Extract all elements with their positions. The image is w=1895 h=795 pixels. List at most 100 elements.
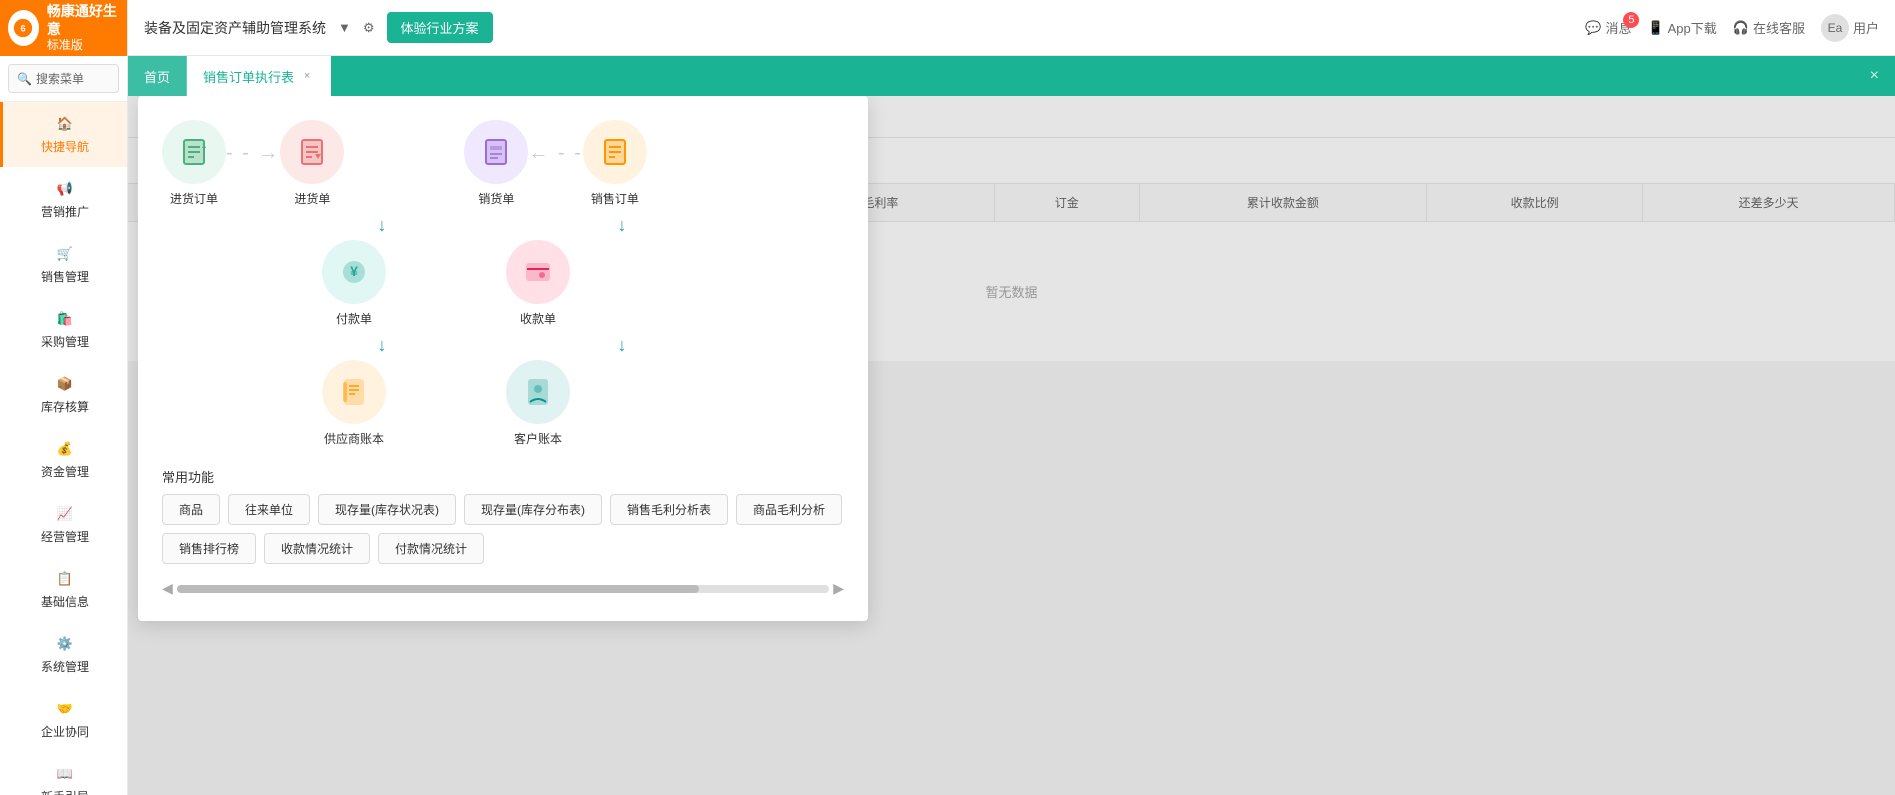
experience-button[interactable]: 体验行业方案 (387, 12, 493, 43)
flow-diagram: 进货订单 - - → 进货单 (162, 120, 844, 455)
tab-close-icon[interactable]: × (300, 69, 314, 83)
app-download-button[interactable]: 📱 App下载 (1647, 18, 1716, 37)
guide-icon: 📖 (55, 764, 75, 784)
message-badge: 5 (1623, 12, 1639, 28)
sidebar-search[interactable]: 🔍 搜索菜单 (0, 56, 127, 102)
sidebar-item-enterprise[interactable]: 🤝 企业协同 (0, 687, 127, 752)
app-title-dropdown[interactable]: ▼ (338, 20, 351, 35)
flow-node-purchase-order[interactable]: 进货订单 (162, 120, 226, 207)
purchase-order-label: 进货订单 (170, 190, 218, 207)
sidebar-item-marketing[interactable]: 📢 营销推广 (0, 167, 127, 232)
app-title: 装备及固定资产辅助管理系统 (144, 18, 326, 38)
inventory-icon: 📦 (55, 374, 75, 394)
func-buttons-row2: 销售排行榜 收款情况统计 付款情况统计 (162, 533, 844, 564)
sales-bill-label: 销货单 (478, 190, 514, 207)
payment-icon: ¥ (322, 240, 386, 304)
customer-ledger-icon (506, 360, 570, 424)
down-arrow-purchase: ↓ (322, 215, 442, 236)
tab-sales-order[interactable]: 销售订单执行表 × (187, 56, 331, 96)
sidebar-logo: 6 畅康通好生意 标准版 (0, 0, 127, 56)
settings-button[interactable]: ⚙ (363, 20, 375, 36)
marketing-icon: 📢 (55, 179, 75, 199)
base-info-icon: 📋 (55, 569, 75, 589)
svg-text:¥: ¥ (350, 263, 358, 279)
sales-bill-icon (464, 120, 528, 184)
search-menu-button[interactable]: 🔍 搜索菜单 (8, 64, 119, 93)
sidebar-item-system[interactable]: ⚙️ 系统管理 (0, 622, 127, 687)
customer-ledger-label: 客户账本 (514, 430, 562, 447)
sales-order-icon (583, 120, 647, 184)
scrollbar-track (177, 585, 829, 593)
flow-row-arrows-2: ↓ ↓ (162, 335, 844, 356)
func-btn-sales-ranking[interactable]: 销售排行榜 (162, 533, 256, 564)
sidebar-item-inventory[interactable]: 📦 库存核算 (0, 362, 127, 427)
receipt-icon (506, 240, 570, 304)
purchase-order-icon (162, 120, 226, 184)
operations-icon: 📈 (55, 504, 75, 524)
flow-node-receipt[interactable]: 收款单 (506, 240, 570, 327)
message-button[interactable]: 💬 消息 5 (1585, 18, 1631, 37)
flow-node-sales-bill[interactable]: 销货单 (464, 120, 528, 207)
svg-text:6: 6 (21, 24, 26, 34)
user-menu[interactable]: Ea 用户 (1821, 14, 1879, 42)
flow-node-purchase-bill[interactable]: 进货单 (280, 120, 344, 207)
gear-icon: ⚙ (363, 20, 375, 35)
func-btn-payment-stats[interactable]: 付款情况统计 (378, 533, 484, 564)
flow-node-sales-order[interactable]: 销售订单 (583, 120, 647, 207)
func-btn-stock-status[interactable]: 现存量(库存状况表) (318, 494, 456, 525)
flow-row-1: 进货订单 - - → 进货单 (162, 120, 844, 207)
sidebar-item-operations[interactable]: 📈 经营管理 (0, 492, 127, 557)
quick-nav-modal: 进货订单 - - → 进货单 (138, 96, 868, 621)
flow-row-arrows: ↓ ↓ (162, 215, 844, 236)
modal-overlay[interactable]: 进货订单 - - → 进货单 (128, 96, 1895, 795)
online-service-icon: 🎧 (1733, 20, 1749, 36)
purchase-bill-icon (280, 120, 344, 184)
func-btn-sales-profit[interactable]: 销售毛利分析表 (610, 494, 728, 525)
common-functions-title: 常用功能 (162, 467, 844, 486)
payment-label: 付款单 (336, 310, 372, 327)
common-functions: 常用功能 商品 往来单位 现存量(库存状况表) 现存量(库存分布表) 销售毛利分… (162, 467, 844, 564)
sales-icon: 🛒 (55, 244, 75, 264)
down-arrow-payment: ↓ (322, 335, 442, 356)
sidebar-item-purchase[interactable]: 🛍️ 采购管理 (0, 297, 127, 362)
scroll-right-icon[interactable]: ▶ (833, 580, 844, 597)
sidebar-item-base-info[interactable]: 📋 基础信息 (0, 557, 127, 622)
app-logo-icon: 6 (8, 10, 39, 46)
scrollbar-thumb[interactable] (177, 585, 699, 593)
tab-home[interactable]: 首页 (128, 56, 187, 96)
tabs-bar: 首页 销售订单执行表 × × (128, 56, 1895, 96)
sidebar-item-quick-nav[interactable]: 🏠 快捷导航 (0, 102, 127, 167)
supplier-ledger-icon (322, 360, 386, 424)
flow-node-payment[interactable]: ¥ 付款单 (322, 240, 386, 327)
down-arrow-receipt: ↓ (562, 335, 682, 356)
func-btn-receipt-stats[interactable]: 收款情况统计 (264, 533, 370, 564)
func-btn-stock-dist[interactable]: 现存量(库存分布表) (464, 494, 602, 525)
home-icon: 🏠 (55, 114, 75, 134)
sidebar-item-sales[interactable]: 🛒 销售管理 (0, 232, 127, 297)
flow-node-customer-ledger[interactable]: 客户账本 (506, 360, 570, 447)
sales-order-label: 销售订单 (591, 190, 639, 207)
app-download-icon: 📱 (1647, 20, 1663, 36)
modal-scrollbar-area: ◀ ▶ (162, 580, 844, 597)
sidebar: 6 畅康通好生意 标准版 🔍 搜索菜单 🏠 快捷导航 📢 营销推广 (0, 0, 128, 795)
func-btn-product-profit[interactable]: 商品毛利分析 (736, 494, 842, 525)
content-area: ❓ 帮助 🖨 按模板打印 ▼ ↗ 导出 ↻ 刷新 (128, 96, 1895, 795)
purchase-icon: 🛍️ (55, 309, 75, 329)
tab-end-close-button[interactable]: × (1854, 56, 1895, 96)
arrow-2: ← - - (528, 142, 582, 185)
sidebar-item-guide[interactable]: 📖 新手引导 (0, 752, 127, 795)
system-icon: ⚙️ (55, 634, 75, 654)
sidebar-item-finance[interactable]: 💰 资金管理 (0, 427, 127, 492)
enterprise-icon: 🤝 (55, 699, 75, 719)
chevron-down-icon: ▼ (338, 20, 351, 35)
online-service-button[interactable]: 🎧 在线客服 (1733, 18, 1805, 37)
sidebar-nav: 🏠 快捷导航 📢 营销推广 🛒 销售管理 🛍️ 采购管理 📦 库存核算 💰 (0, 102, 127, 795)
func-btn-partner[interactable]: 往来单位 (228, 494, 310, 525)
flow-row-2: ¥ 付款单 收款单 (162, 240, 844, 327)
flow-row-3: 供应商账本 客户账本 (162, 360, 844, 447)
scroll-left-icon[interactable]: ◀ (162, 580, 173, 597)
purchase-bill-label: 进货单 (294, 190, 330, 207)
avatar: Ea (1821, 14, 1849, 42)
flow-node-supplier-ledger[interactable]: 供应商账本 (322, 360, 386, 447)
func-btn-product[interactable]: 商品 (162, 494, 220, 525)
